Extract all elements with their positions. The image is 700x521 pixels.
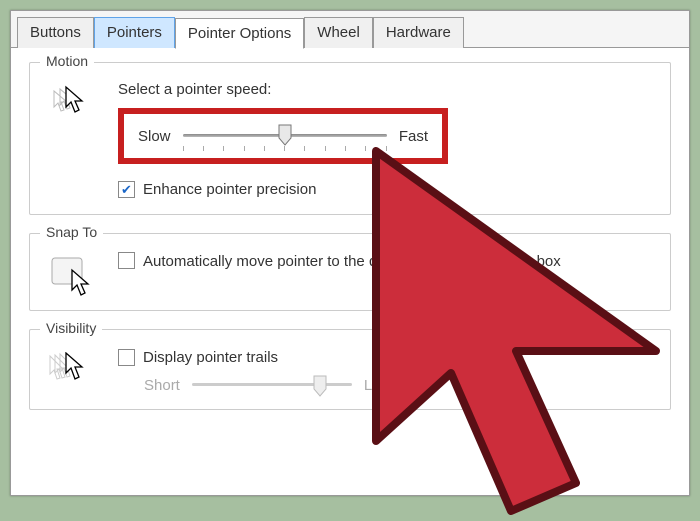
enhance-precision-label: Enhance pointer precision <box>143 180 316 200</box>
speed-slider-highlight: Slow Fast <box>118 108 448 164</box>
snapto-checkbox[interactable] <box>118 252 135 269</box>
tab-bar: Buttons Pointers Pointer Options Wheel H… <box>11 11 689 48</box>
tab-pointer-options[interactable]: Pointer Options <box>175 18 304 49</box>
pointer-options-panel: Motion Select a pointer speed: Slow <box>11 47 689 424</box>
snapto-title: Snap To <box>40 224 103 240</box>
motion-cursor-icon <box>44 81 104 119</box>
snapto-label: Automatically move pointer to the defaul… <box>143 252 561 272</box>
pointer-trails-label: Display pointer trails <box>143 348 278 368</box>
tab-wheel[interactable]: Wheel <box>304 17 373 48</box>
pointer-trails-checkbox[interactable] <box>118 349 135 366</box>
trail-long-label: Long <box>364 377 397 394</box>
snapto-icon <box>44 252 104 296</box>
slider-thumb[interactable] <box>278 124 292 146</box>
pointer-trails-slider <box>192 375 352 395</box>
motion-title: Motion <box>40 53 94 69</box>
trail-slider-thumb <box>313 375 327 397</box>
tab-pointers[interactable]: Pointers <box>94 17 175 48</box>
trails-icon <box>44 348 104 392</box>
pointer-speed-label: Select a pointer speed: <box>118 81 656 98</box>
tab-hardware[interactable]: Hardware <box>373 17 464 48</box>
snapto-group: Snap To Automatically move pointer to th… <box>29 233 671 311</box>
pointer-speed-slider[interactable] <box>183 124 387 148</box>
trail-short-label: Short <box>144 377 180 394</box>
enhance-precision-checkbox[interactable] <box>118 181 135 198</box>
visibility-group: Visibility Display point <box>29 329 671 411</box>
motion-group: Motion Select a pointer speed: Slow <box>29 62 671 215</box>
tab-buttons[interactable]: Buttons <box>17 17 94 48</box>
mouse-properties-window: Buttons Pointers Pointer Options Wheel H… <box>10 10 690 496</box>
slow-label: Slow <box>138 128 171 145</box>
visibility-title: Visibility <box>40 320 102 336</box>
fast-label: Fast <box>399 128 428 145</box>
